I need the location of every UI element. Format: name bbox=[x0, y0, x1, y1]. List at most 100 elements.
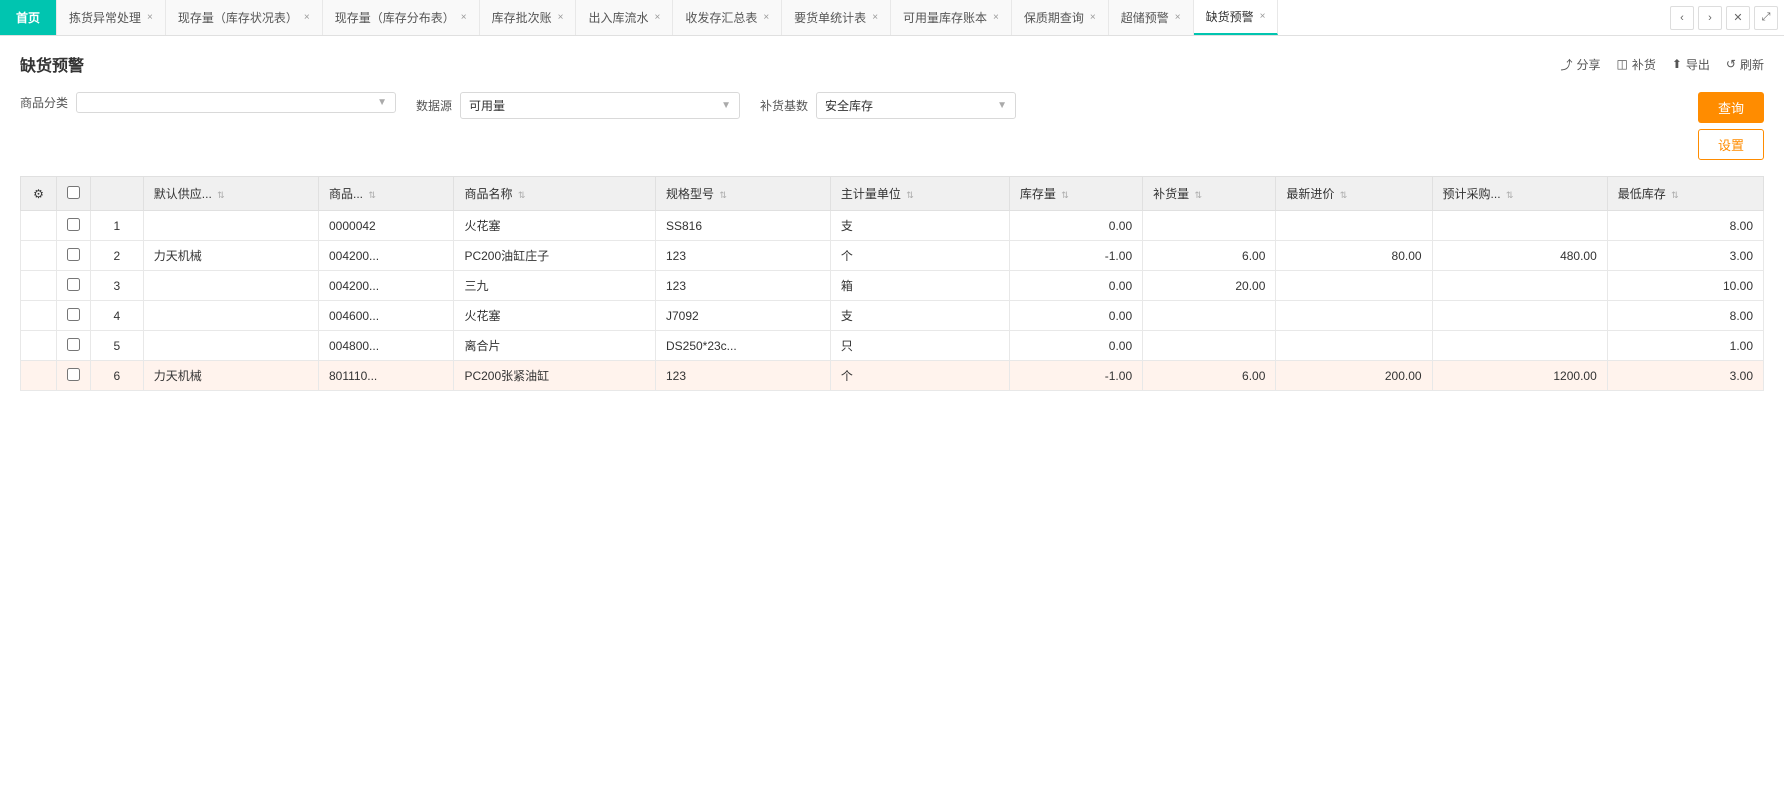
tab-stock-status[interactable]: 现存量（库存状况表） × bbox=[166, 0, 323, 35]
td-unit: 个 bbox=[830, 361, 1009, 391]
td-product-name: 火花塞 bbox=[454, 301, 656, 331]
tab-nav-buttons: ‹ › ✕ ⤢ bbox=[1668, 6, 1784, 30]
tab-order-stats[interactable]: 要货单统计表 × bbox=[782, 0, 891, 35]
replenish-base-select[interactable]: 安全库存 ▼ bbox=[816, 92, 1016, 119]
th-supplier[interactable]: 默认供应... ⇅ bbox=[143, 177, 318, 211]
category-select[interactable]: ▼ bbox=[76, 92, 396, 113]
tab-shortage-warning[interactable]: 缺货预警 × bbox=[1194, 0, 1279, 35]
td-latest-price: 80.00 bbox=[1276, 241, 1432, 271]
th-product-code[interactable]: 商品... ⇅ bbox=[319, 177, 454, 211]
td-latest-price bbox=[1276, 271, 1432, 301]
tab-overstock-warning[interactable]: 超储预警 × bbox=[1109, 0, 1194, 35]
close-icon[interactable]: × bbox=[1090, 12, 1096, 23]
td-gear bbox=[21, 271, 57, 301]
row-checkbox[interactable] bbox=[67, 368, 80, 381]
td-gear bbox=[21, 361, 57, 391]
tab-expand-button[interactable]: ⤢ bbox=[1754, 6, 1778, 30]
th-min-stock[interactable]: 最低库存 ⇅ bbox=[1607, 177, 1763, 211]
th-gear[interactable]: ⚙ bbox=[21, 177, 57, 211]
td-stock: -1.00 bbox=[1009, 361, 1142, 391]
td-product-name: 离合片 bbox=[454, 331, 656, 361]
tab-picking-exception[interactable]: 拣货异常处理 × bbox=[57, 0, 166, 35]
td-row-num: 6 bbox=[91, 361, 144, 391]
th-stock[interactable]: 库存量 ⇅ bbox=[1009, 177, 1142, 211]
row-checkbox[interactable] bbox=[67, 308, 80, 321]
td-stock: 0.00 bbox=[1009, 301, 1142, 331]
tab-close-button[interactable]: ✕ bbox=[1726, 6, 1750, 30]
td-est-purchase: 1200.00 bbox=[1432, 361, 1607, 391]
td-spec: SS816 bbox=[655, 211, 830, 241]
close-icon[interactable]: × bbox=[304, 12, 310, 23]
close-icon[interactable]: × bbox=[872, 12, 878, 23]
category-label: 商品分类 bbox=[20, 94, 68, 111]
td-checkbox[interactable] bbox=[57, 301, 91, 331]
td-checkbox[interactable] bbox=[57, 361, 91, 391]
td-product-code: 004200... bbox=[319, 271, 454, 301]
th-spec[interactable]: 规格型号 ⇅ bbox=[655, 177, 830, 211]
tab-prev-button[interactable]: ‹ bbox=[1670, 6, 1694, 30]
close-icon[interactable]: × bbox=[993, 12, 999, 23]
tab-expiry-query[interactable]: 保质期查询 × bbox=[1012, 0, 1109, 35]
tab-flow[interactable]: 出入库流水 × bbox=[576, 0, 673, 35]
close-icon[interactable]: × bbox=[461, 12, 467, 23]
td-row-num: 2 bbox=[91, 241, 144, 271]
th-unit[interactable]: 主计量单位 ⇅ bbox=[830, 177, 1009, 211]
select-all-checkbox[interactable] bbox=[67, 186, 80, 199]
tab-summary[interactable]: 收发存汇总表 × bbox=[673, 0, 782, 35]
table-row: 5 004800... 离合片 DS250*23c... 只 0.00 1.00 bbox=[21, 331, 1764, 361]
datasource-select[interactable]: 可用量 ▼ bbox=[460, 92, 740, 119]
main-content: 缺货预警 ⤴ 分享 ◫ 补货 ⬆ 导出 ↺ 刷新 商品分类 bbox=[0, 36, 1784, 796]
td-min-stock: 3.00 bbox=[1607, 361, 1763, 391]
close-icon[interactable]: × bbox=[1260, 11, 1266, 22]
th-product-name[interactable]: 商品名称 ⇅ bbox=[454, 177, 656, 211]
td-checkbox[interactable] bbox=[57, 241, 91, 271]
export-button[interactable]: ⬆ 导出 bbox=[1672, 56, 1710, 73]
close-icon[interactable]: × bbox=[1175, 12, 1181, 23]
replenish-icon: ◫ bbox=[1616, 57, 1627, 71]
share-button[interactable]: ⤴ 分享 bbox=[1560, 56, 1600, 73]
tab-batch-account[interactable]: 库存批次账 × bbox=[480, 0, 577, 35]
th-checkbox[interactable] bbox=[57, 177, 91, 211]
td-checkbox[interactable] bbox=[57, 211, 91, 241]
td-replenish: 6.00 bbox=[1143, 241, 1276, 271]
close-icon[interactable]: × bbox=[654, 12, 660, 23]
td-product-name: 三九 bbox=[454, 271, 656, 301]
td-min-stock: 1.00 bbox=[1607, 331, 1763, 361]
query-button[interactable]: 查询 bbox=[1698, 92, 1764, 123]
th-replenish[interactable]: 补货量 ⇅ bbox=[1143, 177, 1276, 211]
td-stock: 0.00 bbox=[1009, 331, 1142, 361]
tab-available-stock[interactable]: 可用量库存账本 × bbox=[891, 0, 1012, 35]
td-row-num: 4 bbox=[91, 301, 144, 331]
td-replenish: 6.00 bbox=[1143, 361, 1276, 391]
td-unit: 箱 bbox=[830, 271, 1009, 301]
th-est-purchase[interactable]: 预计采购... ⇅ bbox=[1432, 177, 1607, 211]
close-icon[interactable]: × bbox=[147, 12, 153, 23]
tab-stock-distribution[interactable]: 现存量（库存分布表） × bbox=[323, 0, 480, 35]
row-checkbox[interactable] bbox=[67, 218, 80, 231]
settings-button[interactable]: 设置 bbox=[1698, 129, 1764, 160]
td-gear bbox=[21, 211, 57, 241]
td-product-code: 801110... bbox=[319, 361, 454, 391]
td-gear bbox=[21, 301, 57, 331]
th-latest-price[interactable]: 最新进价 ⇅ bbox=[1276, 177, 1432, 211]
refresh-button[interactable]: ↺ 刷新 bbox=[1726, 56, 1764, 73]
close-icon[interactable]: × bbox=[763, 12, 769, 23]
th-num bbox=[91, 177, 144, 211]
tab-home[interactable]: 首页 bbox=[0, 0, 57, 35]
td-checkbox[interactable] bbox=[57, 331, 91, 361]
sort-icon: ⇅ bbox=[1061, 190, 1069, 200]
td-replenish bbox=[1143, 331, 1276, 361]
td-checkbox[interactable] bbox=[57, 271, 91, 301]
tab-next-button[interactable]: › bbox=[1698, 6, 1722, 30]
category-filter-group: 商品分类 ▼ bbox=[20, 92, 396, 113]
row-checkbox[interactable] bbox=[67, 278, 80, 291]
td-min-stock: 8.00 bbox=[1607, 211, 1763, 241]
td-supplier bbox=[143, 271, 318, 301]
replenish-button[interactable]: ◫ 补货 bbox=[1616, 56, 1655, 73]
row-checkbox[interactable] bbox=[67, 248, 80, 261]
row-checkbox[interactable] bbox=[67, 338, 80, 351]
page-title: 缺货预警 bbox=[20, 52, 84, 76]
td-row-num: 3 bbox=[91, 271, 144, 301]
close-icon[interactable]: × bbox=[558, 12, 564, 23]
td-spec: 123 bbox=[655, 271, 830, 301]
